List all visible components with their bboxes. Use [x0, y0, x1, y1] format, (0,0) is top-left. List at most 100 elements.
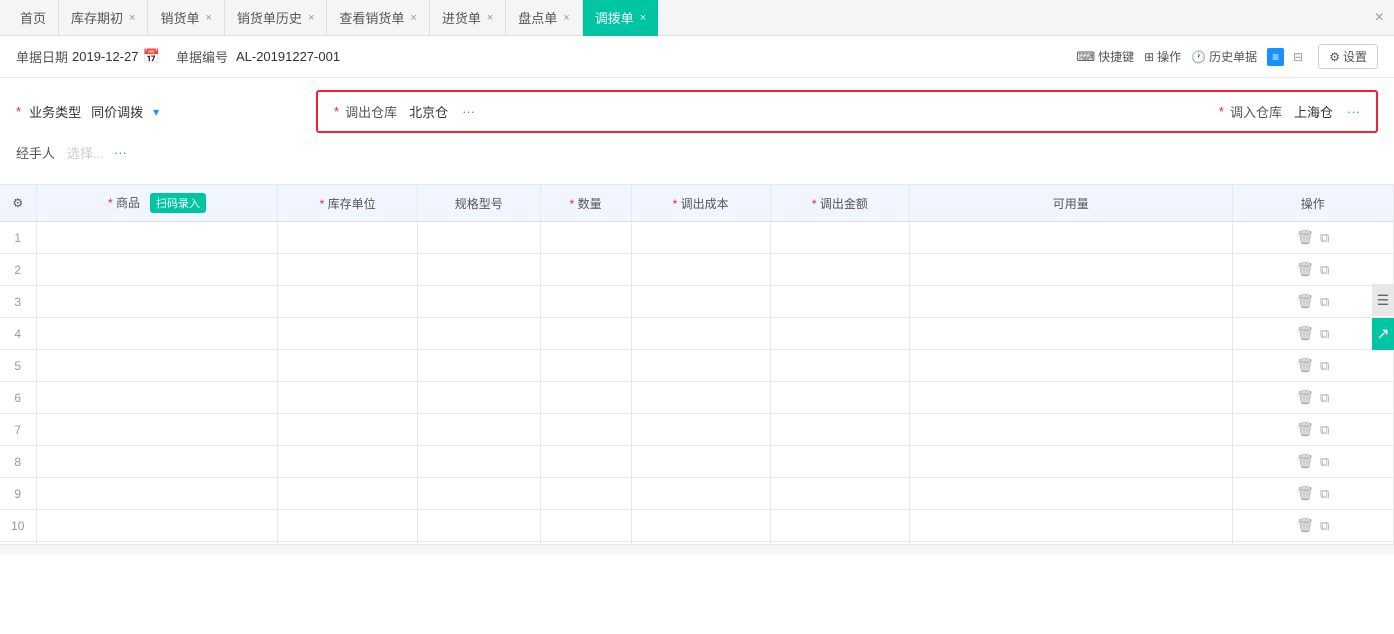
row-cost-5[interactable]	[631, 350, 770, 382]
row-amount-3[interactable]	[770, 286, 909, 318]
delete-icon-3[interactable]: 🗑	[1296, 293, 1314, 310]
warehouse-in-value[interactable]: 上海仓	[1294, 102, 1333, 121]
row-cost-10[interactable]	[631, 510, 770, 542]
delete-icon-1[interactable]: 🗑	[1296, 229, 1314, 246]
operator-value[interactable]: 选择...	[67, 143, 104, 162]
row-cost-7[interactable]	[631, 414, 770, 446]
row-unit-4[interactable]	[278, 318, 417, 350]
row-spec-3[interactable]	[417, 286, 540, 318]
row-qty-8[interactable]	[540, 446, 631, 478]
operations-btn[interactable]: ⊞ 操作	[1144, 48, 1181, 65]
row-spec-2[interactable]	[417, 254, 540, 286]
copy-icon-1[interactable]: ⧉	[1320, 230, 1329, 246]
delete-icon-9[interactable]: 🗑	[1296, 485, 1314, 502]
warehouse-in-more-icon[interactable]: ···	[1347, 104, 1360, 119]
settings-button[interactable]: ⚙ 设置	[1318, 44, 1378, 69]
tab-stocktake[interactable]: 盘点单 ×	[506, 0, 582, 36]
operator-more-icon[interactable]: ···	[114, 145, 127, 160]
row-spec-1[interactable]	[417, 222, 540, 254]
row-spec-4[interactable]	[417, 318, 540, 350]
business-type-value[interactable]: 同价调拨	[91, 102, 143, 121]
delete-icon-10[interactable]: 🗑	[1296, 517, 1314, 534]
tab-sales-history[interactable]: 销货单历史 ×	[225, 0, 327, 36]
shortcuts-btn[interactable]: ⌨ 快捷键	[1076, 48, 1134, 65]
row-available-4[interactable]	[909, 318, 1232, 350]
row-unit-3[interactable]	[278, 286, 417, 318]
row-qty-6[interactable]	[540, 382, 631, 414]
row-spec-6[interactable]	[417, 382, 540, 414]
row-available-6[interactable]	[909, 382, 1232, 414]
row-cost-3[interactable]	[631, 286, 770, 318]
scan-button[interactable]: 扫码录入	[150, 193, 206, 213]
row-spec-10[interactable]	[417, 510, 540, 542]
row-available-9[interactable]	[909, 478, 1232, 510]
tab-view-sales-close[interactable]: ×	[410, 12, 416, 24]
tab-transfer-close[interactable]: ×	[640, 12, 646, 24]
tab-inventory-init[interactable]: 库存期初 ×	[59, 0, 148, 36]
row-amount-7[interactable]	[770, 414, 909, 446]
copy-icon-4[interactable]: ⧉	[1320, 326, 1329, 342]
row-qty-10[interactable]	[540, 510, 631, 542]
row-available-8[interactable]	[909, 446, 1232, 478]
row-amount-4[interactable]	[770, 318, 909, 350]
tab-sales-order[interactable]: 销货单 ×	[148, 0, 224, 36]
warehouse-out-more-icon[interactable]: ···	[462, 104, 475, 119]
row-unit-1[interactable]	[278, 222, 417, 254]
copy-icon-8[interactable]: ⧉	[1320, 454, 1329, 470]
copy-icon-9[interactable]: ⧉	[1320, 486, 1329, 502]
row-product-7[interactable]	[36, 414, 278, 446]
delete-icon-2[interactable]: 🗑	[1296, 261, 1314, 278]
row-available-3[interactable]	[909, 286, 1232, 318]
side-list-btn[interactable]: ☰	[1372, 284, 1394, 316]
row-product-1[interactable]	[36, 222, 278, 254]
row-amount-8[interactable]	[770, 446, 909, 478]
row-qty-2[interactable]	[540, 254, 631, 286]
row-unit-6[interactable]	[278, 382, 417, 414]
tab-inventory-init-close[interactable]: ×	[129, 12, 135, 24]
copy-icon-2[interactable]: ⧉	[1320, 262, 1329, 278]
tab-sales-order-close[interactable]: ×	[205, 12, 211, 24]
row-spec-8[interactable]	[417, 446, 540, 478]
row-cost-2[interactable]	[631, 254, 770, 286]
row-unit-10[interactable]	[278, 510, 417, 542]
history-docs-btn[interactable]: 🕐 历史单据	[1191, 48, 1257, 65]
layout2-icon[interactable]: ⊟	[1288, 48, 1308, 66]
delete-icon-7[interactable]: 🗑	[1296, 421, 1314, 438]
row-qty-4[interactable]	[540, 318, 631, 350]
row-cost-6[interactable]	[631, 382, 770, 414]
row-product-5[interactable]	[36, 350, 278, 382]
calendar-icon[interactable]: 📅	[143, 48, 160, 65]
row-unit-8[interactable]	[278, 446, 417, 478]
row-spec-9[interactable]	[417, 478, 540, 510]
delete-icon-6[interactable]: 🗑	[1296, 389, 1314, 406]
row-available-2[interactable]	[909, 254, 1232, 286]
row-product-4[interactable]	[36, 318, 278, 350]
tab-bar-close-icon[interactable]: ×	[1375, 9, 1384, 27]
copy-icon-3[interactable]: ⧉	[1320, 294, 1329, 310]
row-unit-2[interactable]	[278, 254, 417, 286]
row-amount-6[interactable]	[770, 382, 909, 414]
row-qty-5[interactable]	[540, 350, 631, 382]
row-qty-1[interactable]	[540, 222, 631, 254]
row-unit-9[interactable]	[278, 478, 417, 510]
row-qty-3[interactable]	[540, 286, 631, 318]
row-amount-5[interactable]	[770, 350, 909, 382]
row-product-10[interactable]	[36, 510, 278, 542]
tab-purchase-order[interactable]: 进货单 ×	[430, 0, 506, 36]
warehouse-out-value[interactable]: 北京仓	[409, 102, 448, 121]
row-unit-7[interactable]	[278, 414, 417, 446]
table-gear-icon[interactable]: ⚙	[12, 196, 23, 210]
copy-icon-10[interactable]: ⧉	[1320, 518, 1329, 534]
row-available-7[interactable]	[909, 414, 1232, 446]
tab-transfer[interactable]: 调拨单 ×	[583, 0, 658, 36]
row-product-2[interactable]	[36, 254, 278, 286]
row-cost-8[interactable]	[631, 446, 770, 478]
row-available-10[interactable]	[909, 510, 1232, 542]
tab-purchase-order-close[interactable]: ×	[487, 12, 493, 24]
th-gear[interactable]: ⚙	[0, 185, 36, 222]
delete-icon-8[interactable]: 🗑	[1296, 453, 1314, 470]
copy-icon-6[interactable]: ⧉	[1320, 390, 1329, 406]
row-available-1[interactable]	[909, 222, 1232, 254]
row-product-6[interactable]	[36, 382, 278, 414]
row-spec-5[interactable]	[417, 350, 540, 382]
